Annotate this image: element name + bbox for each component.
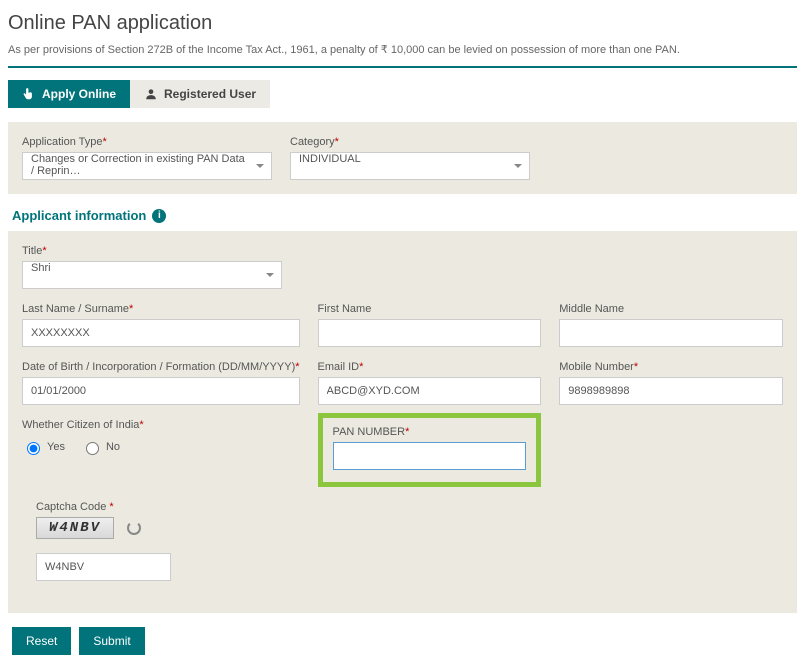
last-name-input[interactable] bbox=[22, 319, 300, 347]
tab-bar: Apply Online Registered User bbox=[8, 80, 797, 108]
app-type-value: Changes or Correction in existing PAN Da… bbox=[22, 152, 272, 180]
citizen-no-radio[interactable] bbox=[86, 442, 99, 455]
citizen-yes-option[interactable]: Yes bbox=[22, 439, 65, 455]
tab-apply-online[interactable]: Apply Online bbox=[8, 80, 130, 108]
dob-label: Date of Birth / Incorporation / Formatio… bbox=[22, 361, 300, 373]
category-label: Category* bbox=[290, 136, 530, 148]
app-type-label: Application Type* bbox=[22, 136, 272, 148]
captcha-image: W4NBV bbox=[36, 517, 114, 539]
divider bbox=[8, 66, 797, 68]
tab-registered-label: Registered User bbox=[164, 87, 256, 101]
mobile-input[interactable] bbox=[559, 377, 783, 405]
captcha-label: Captcha Code * bbox=[36, 501, 783, 513]
citizen-yes-label: Yes bbox=[47, 441, 65, 453]
email-label: Email ID* bbox=[318, 361, 542, 373]
page-title: Online PAN application bbox=[8, 12, 797, 35]
tab-registered-user[interactable]: Registered User bbox=[130, 80, 270, 108]
category-value: INDIVIDUAL bbox=[290, 152, 530, 180]
title-select[interactable]: Shri bbox=[22, 261, 282, 289]
captcha-refresh-icon[interactable] bbox=[127, 521, 141, 535]
mobile-label: Mobile Number* bbox=[559, 361, 783, 373]
section-applicant-info: Applicant information i bbox=[12, 208, 797, 223]
pan-highlight-box: PAN NUMBER* bbox=[318, 413, 542, 487]
penalty-notice: As per provisions of Section 272B of the… bbox=[8, 43, 797, 56]
dob-input[interactable] bbox=[22, 377, 300, 405]
panel-application-type: Application Type* Changes or Correction … bbox=[8, 122, 797, 194]
pan-label: PAN NUMBER* bbox=[333, 426, 527, 438]
email-input[interactable] bbox=[318, 377, 542, 405]
citizen-label: Whether Citizen of India* bbox=[22, 419, 300, 431]
middle-name-label: Middle Name bbox=[559, 303, 783, 315]
panel-applicant: Title* Shri Last Name / Surname* First N… bbox=[8, 231, 797, 613]
button-row: Reset Submit bbox=[12, 627, 797, 655]
app-type-select[interactable]: Changes or Correction in existing PAN Da… bbox=[22, 152, 272, 180]
captcha-input[interactable] bbox=[36, 553, 171, 581]
info-icon[interactable]: i bbox=[152, 209, 166, 223]
last-name-label: Last Name / Surname* bbox=[22, 303, 300, 315]
hand-pointer-icon bbox=[22, 87, 36, 101]
first-name-label: First Name bbox=[318, 303, 542, 315]
pan-input[interactable] bbox=[333, 442, 527, 470]
title-value: Shri bbox=[22, 261, 282, 289]
first-name-input[interactable] bbox=[318, 319, 542, 347]
reset-button[interactable]: Reset bbox=[12, 627, 71, 655]
tab-apply-label: Apply Online bbox=[42, 87, 116, 101]
citizen-yes-radio[interactable] bbox=[27, 442, 40, 455]
title-label: Title* bbox=[22, 245, 282, 257]
category-select[interactable]: INDIVIDUAL bbox=[290, 152, 530, 180]
captcha-block: Captcha Code * W4NBV bbox=[36, 501, 783, 581]
middle-name-input[interactable] bbox=[559, 319, 783, 347]
citizen-no-option[interactable]: No bbox=[81, 439, 120, 455]
submit-button[interactable]: Submit bbox=[79, 627, 144, 655]
user-icon bbox=[144, 87, 158, 101]
citizen-no-label: No bbox=[106, 441, 120, 453]
